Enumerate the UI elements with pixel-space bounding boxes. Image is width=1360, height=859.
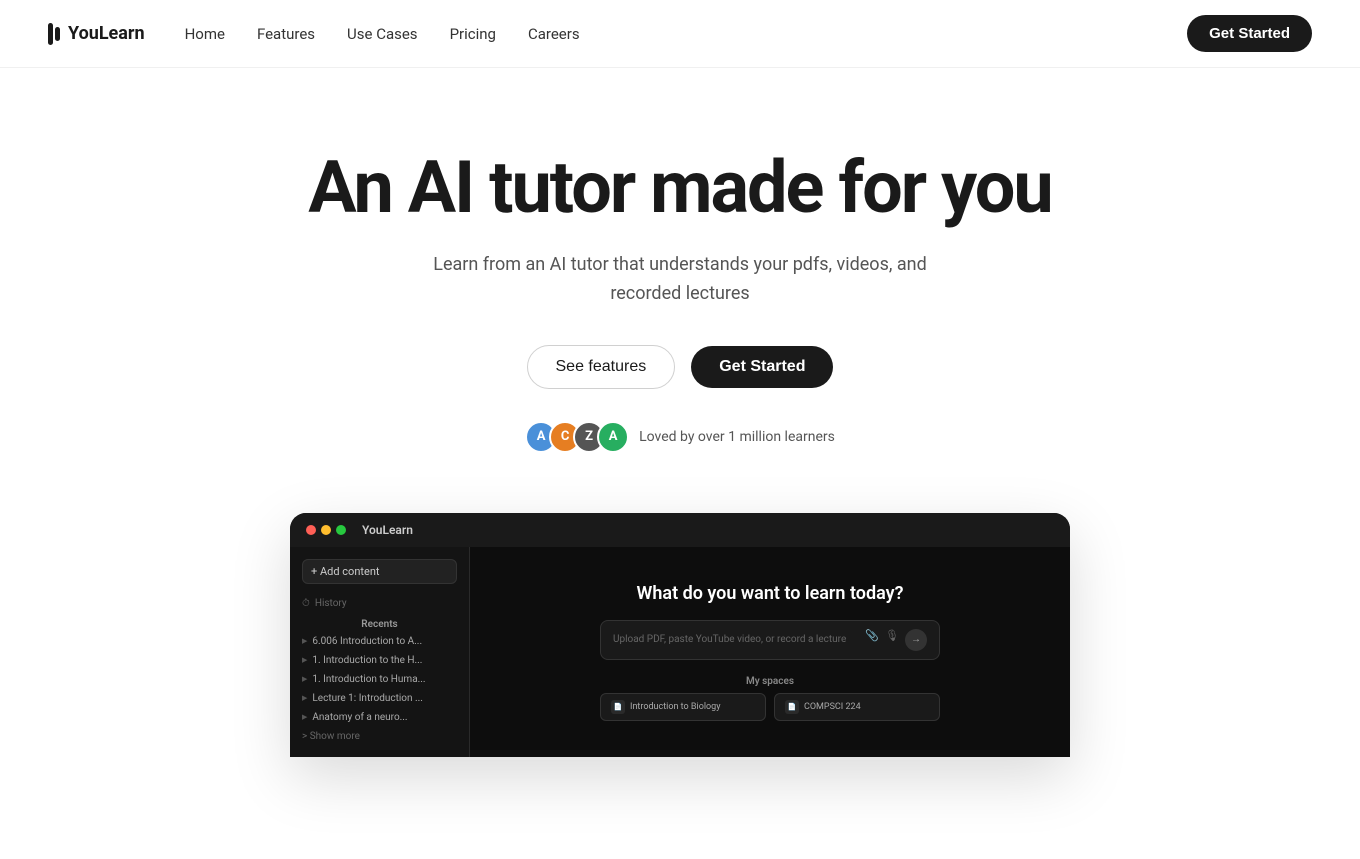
app-titlebar: YouLearn [290,513,1070,547]
sidebar-show-more[interactable]: > Show more [290,727,469,746]
app-input-icons: 📎 🎙 → [865,629,927,651]
logo-icon [48,23,60,45]
sidebar-item[interactable]: Anatomy of a neuro... [290,708,469,727]
social-proof: A C Z A Loved by over 1 million learners [525,421,835,453]
app-preview-container: YouLearn + Add content ⏱ History Recents… [24,513,1336,757]
app-preview: YouLearn + Add content ⏱ History Recents… [290,513,1070,757]
sidebar-item[interactable]: 1. Introduction to Huma... [290,670,469,689]
send-button[interactable]: → [905,629,927,651]
nav-features[interactable]: Features [257,25,315,43]
app-main-prompt: What do you want to learn today? [637,583,904,604]
hero-buttons: See features Get Started [527,345,834,389]
dot-minimize [321,525,331,535]
space-icon-1: 📄 [611,700,625,714]
nav-careers[interactable]: Careers [528,25,580,43]
dot-maximize [336,525,346,535]
app-titlebar-logo: YouLearn [362,523,413,537]
app-input-hint: Upload PDF, paste YouTube video, or reco… [613,634,846,645]
spaces-label: My spaces [600,676,940,687]
nav-left: YouLearn Home Features Use Cases Pricing… [48,23,580,45]
hero-subtitle: Learn from an AI tutor that understands … [400,251,960,309]
titlebar-traffic-lights [306,525,346,535]
sidebar-item[interactable]: Lecture 1: Introduction ... [290,689,469,708]
avatar-group: A C Z A [525,421,629,453]
app-body: + Add content ⏱ History Recents 6.006 In… [290,547,1070,757]
space-card-2[interactable]: 📄 COMPSCI 224 [774,693,940,721]
avatar-4: A [597,421,629,453]
dot-close [306,525,316,535]
sidebar-item[interactable]: 6.006 Introduction to A... [290,632,469,651]
hero-get-started-button[interactable]: Get Started [691,346,833,388]
paperclip-icon: 📎 [865,629,879,651]
app-main: What do you want to learn today? Upload … [470,547,1070,757]
nav-home[interactable]: Home [185,25,225,43]
navbar: YouLearn Home Features Use Cases Pricing… [0,0,1360,68]
space-icon-2: 📄 [785,700,799,714]
logo-text: YouLearn [68,23,145,44]
see-features-button[interactable]: See features [527,345,676,389]
sidebar-recents-label: Recents [290,613,469,632]
nav-pricing[interactable]: Pricing [450,25,496,43]
nav-use-cases[interactable]: Use Cases [347,25,418,43]
social-proof-text: Loved by over 1 million learners [639,429,835,445]
logo[interactable]: YouLearn [48,23,145,45]
nav-links: Home Features Use Cases Pricing Careers [185,24,580,43]
nav-get-started-button[interactable]: Get Started [1187,15,1312,52]
app-input-row[interactable]: Upload PDF, paste YouTube video, or reco… [600,620,940,660]
hero-section: An AI tutor made for you Learn from an A… [0,68,1360,797]
space-card-1[interactable]: 📄 Introduction to Biology [600,693,766,721]
logo-bar-tall [48,23,53,45]
logo-bar-short [55,27,60,41]
sidebar-history: ⏱ History [290,594,469,613]
history-icon: ⏱ [302,598,310,609]
spaces-row: 📄 Introduction to Biology 📄 COMPSCI 224 [600,693,940,721]
app-spaces-section: My spaces 📄 Introduction to Biology 📄 CO… [600,676,940,721]
mic-icon: 🎙 [885,629,899,651]
app-sidebar: + Add content ⏱ History Recents 6.006 In… [290,547,470,757]
hero-title: An AI tutor made for you [308,148,1051,227]
sidebar-item[interactable]: 1. Introduction to the H... [290,651,469,670]
sidebar-add-content[interactable]: + Add content [302,559,457,584]
